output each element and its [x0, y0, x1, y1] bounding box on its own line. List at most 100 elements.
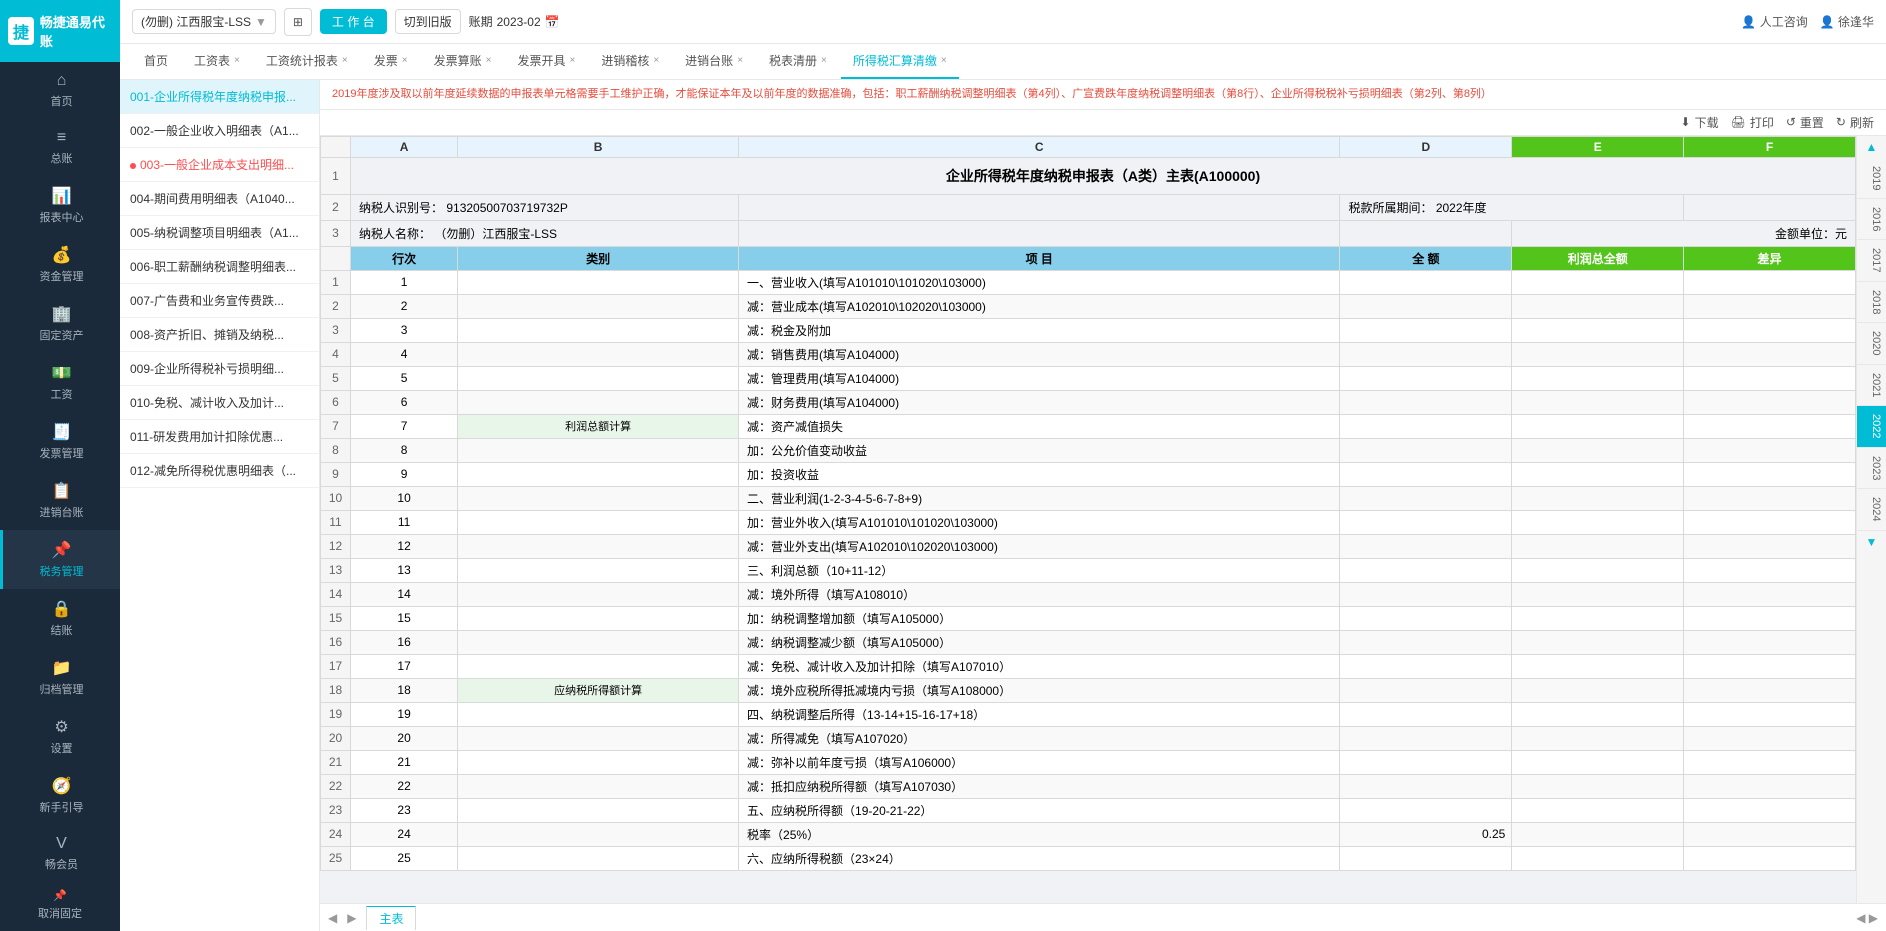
- row-diff-13[interactable]: [1684, 582, 1856, 606]
- row-profit-3[interactable]: [1512, 342, 1684, 366]
- row-diff-16[interactable]: [1684, 654, 1856, 678]
- switch-old-btn[interactable]: 切到旧版: [395, 9, 461, 34]
- row-diff-7[interactable]: [1684, 438, 1856, 462]
- row-diff-14[interactable]: [1684, 606, 1856, 630]
- row-item-4[interactable]: 减：管理费用(填写A104000): [739, 366, 1340, 390]
- tab-close-icon[interactable]: ×: [234, 55, 240, 66]
- row-amount-24[interactable]: [1340, 846, 1512, 870]
- consult-btn[interactable]: 👤 人工咨询: [1741, 13, 1807, 30]
- sidebar-item-ledger[interactable]: ≡总账: [0, 119, 120, 176]
- row-profit-18[interactable]: [1512, 702, 1684, 726]
- row-item-2[interactable]: 减：税金及附加: [739, 318, 1340, 342]
- sheet-tab-main[interactable]: 主表: [366, 906, 416, 930]
- row-amount-11[interactable]: [1340, 534, 1512, 558]
- row-amount-7[interactable]: [1340, 438, 1512, 462]
- row-amount-5[interactable]: [1340, 390, 1512, 414]
- panel-item-007[interactable]: 007-广告费和业务宣传费跌...: [120, 284, 319, 318]
- row-diff-12[interactable]: [1684, 558, 1856, 582]
- year-scroll-down[interactable]: ▼: [1857, 531, 1886, 553]
- row-item-12[interactable]: 三、利润总额（10+11-12）: [739, 558, 1340, 582]
- panel-item-005[interactable]: 005-纳税调整项目明细表（A1...: [120, 216, 319, 250]
- row-profit-10[interactable]: [1512, 510, 1684, 534]
- row-item-22[interactable]: 五、应纳税所得额（19-20-21-22）: [739, 798, 1340, 822]
- tab-close-icon[interactable]: ×: [653, 55, 659, 66]
- panel-item-004[interactable]: 004-期间费用明细表（A1040...: [120, 182, 319, 216]
- row-profit-22[interactable]: [1512, 798, 1684, 822]
- panel-item-010[interactable]: 010-免税、减计收入及加计...: [120, 386, 319, 420]
- row-amount-0[interactable]: [1340, 270, 1512, 294]
- tab-close-icon[interactable]: ×: [821, 55, 827, 66]
- row-profit-24[interactable]: [1512, 846, 1684, 870]
- row-profit-17[interactable]: [1512, 678, 1684, 702]
- row-profit-12[interactable]: [1512, 558, 1684, 582]
- row-amount-1[interactable]: [1340, 294, 1512, 318]
- row-item-0[interactable]: 一、营业收入(填写A101010\101020\103000): [739, 270, 1340, 294]
- sidebar-item-archive[interactable]: 📁归档管理: [0, 648, 120, 707]
- year-item-2023[interactable]: 2023: [1857, 448, 1886, 489]
- row-diff-22[interactable]: [1684, 798, 1856, 822]
- refresh-btn[interactable]: ↻ 刷新: [1836, 114, 1874, 131]
- panel-item-003[interactable]: 003-一般企业成本支出明细...: [120, 148, 319, 182]
- year-item-2019[interactable]: 2019: [1857, 158, 1886, 199]
- row-profit-2[interactable]: [1512, 318, 1684, 342]
- nav-tab-invoice_calc[interactable]: 发票算账×: [422, 44, 504, 79]
- sidebar-item-report[interactable]: 📊报表中心: [0, 176, 120, 235]
- spreadsheet-main[interactable]: A B C D E F 1 企业所得税年度纳税申报表（A类）主表(A100000…: [320, 136, 1856, 904]
- sidebar-item-close[interactable]: 🔒结账: [0, 589, 120, 648]
- row-diff-9[interactable]: [1684, 486, 1856, 510]
- row-profit-20[interactable]: [1512, 750, 1684, 774]
- row-item-3[interactable]: 减：销售费用(填写A104000): [739, 342, 1340, 366]
- row-diff-15[interactable]: [1684, 630, 1856, 654]
- row-diff-4[interactable]: [1684, 366, 1856, 390]
- row-amount-14[interactable]: [1340, 606, 1512, 630]
- year-item-2021[interactable]: 2021: [1857, 365, 1886, 406]
- year-item-2020[interactable]: 2020: [1857, 323, 1886, 364]
- row-amount-23[interactable]: 0.25: [1340, 822, 1512, 846]
- row-amount-19[interactable]: [1340, 726, 1512, 750]
- row-item-7[interactable]: 加：公允价值变动收益: [739, 438, 1340, 462]
- row-amount-3[interactable]: [1340, 342, 1512, 366]
- sidebar-item-guide[interactable]: 🧭新手引导: [0, 766, 120, 825]
- panel-item-011[interactable]: 011-研发费用加计扣除优惠...: [120, 420, 319, 454]
- sidebar-item-salary[interactable]: 💵工资: [0, 353, 120, 412]
- row-diff-5[interactable]: [1684, 390, 1856, 414]
- panel-item-012[interactable]: 012-减免所得税优惠明细表（...: [120, 454, 319, 488]
- row-profit-11[interactable]: [1512, 534, 1684, 558]
- sheet-nav-right[interactable]: ▶: [347, 911, 356, 925]
- year-scroll-up[interactable]: ▲: [1857, 136, 1886, 158]
- year-item-2022[interactable]: 2022: [1857, 406, 1886, 447]
- year-item-2017[interactable]: 2017: [1857, 240, 1886, 281]
- row-amount-9[interactable]: [1340, 486, 1512, 510]
- panel-item-006[interactable]: 006-职工薪酬纳税调整明细表...: [120, 250, 319, 284]
- row-item-5[interactable]: 减：财务费用(填写A104000): [739, 390, 1340, 414]
- sidebar-item-tax[interactable]: 📌税务管理: [0, 530, 120, 589]
- row-amount-13[interactable]: [1340, 582, 1512, 606]
- row-item-6[interactable]: 减：资产减值损失: [739, 414, 1340, 438]
- row-item-1[interactable]: 减：营业成本(填写A102010\102020\103000): [739, 294, 1340, 318]
- sidebar-bottom-pin[interactable]: 📌 取消固定: [0, 879, 120, 931]
- sidebar-item-sales[interactable]: 📋进销台账: [0, 471, 120, 530]
- row-diff-3[interactable]: [1684, 342, 1856, 366]
- row-profit-14[interactable]: [1512, 606, 1684, 630]
- calendar-icon[interactable]: 📅: [545, 15, 560, 29]
- row-amount-18[interactable]: [1340, 702, 1512, 726]
- row-amount-10[interactable]: [1340, 510, 1512, 534]
- print-btn[interactable]: 🖨 打印: [1731, 114, 1774, 131]
- nav-tab-home[interactable]: 首页: [132, 44, 180, 79]
- row-amount-15[interactable]: [1340, 630, 1512, 654]
- nav-tab-salary[interactable]: 工资表×: [182, 44, 252, 79]
- nav-tab-salary_stat[interactable]: 工资统计报表×: [254, 44, 360, 79]
- workbench-button[interactable]: 工 作 台: [320, 9, 387, 34]
- print-icon-btn[interactable]: ⊞: [284, 8, 312, 36]
- year-item-2016[interactable]: 2016: [1857, 199, 1886, 240]
- row-diff-2[interactable]: [1684, 318, 1856, 342]
- row-amount-12[interactable]: [1340, 558, 1512, 582]
- panel-item-002[interactable]: 002-一般企业收入明细表（A1...: [120, 114, 319, 148]
- row-profit-8[interactable]: [1512, 462, 1684, 486]
- row-diff-23[interactable]: [1684, 822, 1856, 846]
- row-profit-9[interactable]: [1512, 486, 1684, 510]
- row-diff-1[interactable]: [1684, 294, 1856, 318]
- tab-close-icon[interactable]: ×: [737, 55, 743, 66]
- row-diff-11[interactable]: [1684, 534, 1856, 558]
- row-item-18[interactable]: 四、纳税调整后所得（13-14+15-16-17+18）: [739, 702, 1340, 726]
